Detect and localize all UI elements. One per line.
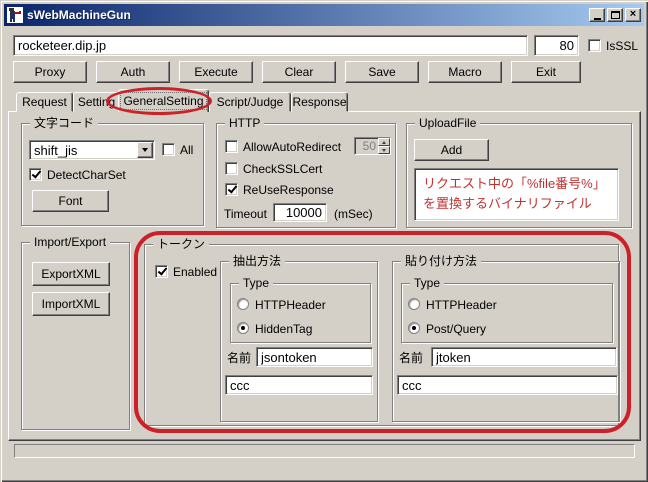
proxy-button[interactable]: Proxy (13, 61, 87, 83)
checksslcert-checkbox[interactable] (225, 162, 238, 175)
paste-httpheader-label: HTTPHeader (426, 298, 497, 312)
charcode-group: 文字コード shift_jis All DetectCharSet Font (21, 116, 204, 226)
isssl-checkbox[interactable] (588, 39, 601, 52)
charset-combobox-value: shift_jis (34, 142, 78, 158)
charcode-group-title: 文字コード (30, 116, 99, 130)
all-checkbox[interactable] (162, 143, 175, 156)
http-group-title: HTTP (225, 116, 265, 130)
extract-method-group: 抽出方法 Type HTTPHeader HiddenTag 名前 (220, 254, 378, 422)
tab-request[interactable]: Request (16, 92, 73, 112)
window-title: sWebMachineGun (27, 8, 131, 22)
importexport-group-title: Import/Export (30, 235, 111, 249)
paste-pattern-input[interactable] (397, 375, 618, 395)
importexport-group: Import/Export ExportXML ImportXML (21, 235, 130, 430)
reuseresponse-checkbox[interactable] (225, 183, 238, 196)
close-icon: × (629, 8, 637, 20)
extract-name-input[interactable] (256, 347, 373, 367)
spinner-up-button[interactable] (378, 138, 390, 146)
reuseresponse-label: ReUseResponse (243, 183, 334, 197)
isssl-label: IsSSL (606, 39, 639, 53)
token-enabled-label: Enabled (173, 265, 218, 279)
http-group: HTTP AllowAutoRedirect 50 CheckSSLCert R… (216, 116, 396, 228)
paste-type-group: Type HTTPHeader Post/Query (401, 276, 613, 343)
paste-type-title: Type (410, 276, 445, 290)
allowautoredirect-label: AllowAutoRedirect (243, 140, 342, 154)
uploadfile-note-line1: リクエスト中の「%file番号%」 (423, 176, 606, 191)
paste-name-label: 名前 (399, 351, 424, 365)
auth-button[interactable]: Auth (96, 61, 170, 83)
charset-dropdown-button[interactable] (137, 142, 153, 158)
maximize-icon (610, 11, 620, 19)
exit-button[interactable]: Exit (511, 61, 581, 83)
save-button[interactable]: Save (345, 61, 419, 83)
paste-name-input[interactable] (431, 347, 617, 367)
timeout-input[interactable] (273, 203, 327, 222)
redirect-limit-spinner: 50 (354, 137, 391, 155)
titlebar: sWebMachineGun × (4, 4, 644, 26)
generalsetting-tab-panel: 文字コード shift_jis All DetectCharSet Font H… (8, 111, 641, 441)
extract-hiddentag-label: HiddenTag (255, 322, 313, 336)
spinner-down-button[interactable] (378, 146, 390, 154)
minimize-icon (593, 17, 601, 20)
maximize-button[interactable] (607, 8, 623, 22)
status-bar (14, 444, 635, 458)
tab-setting[interactable]: Setting (73, 92, 120, 112)
clear-button[interactable]: Clear (262, 61, 336, 83)
app-window: sWebMachineGun × IsSSL Proxy Auth Execut… (0, 0, 648, 482)
macro-button[interactable]: Macro (428, 61, 502, 83)
uploadfile-group-title: UploadFile (415, 116, 481, 130)
extract-type-group: Type HTTPHeader HiddenTag (230, 276, 371, 343)
extract-pattern-input[interactable] (225, 375, 373, 395)
timeout-label: Timeout (224, 207, 267, 221)
token-enabled-checkbox[interactable] (155, 265, 168, 278)
uploadfile-group: UploadFile Add リクエスト中の「%file番号%」 を置換するバイ… (406, 116, 632, 228)
url-input[interactable] (13, 35, 528, 56)
allowautoredirect-checkbox[interactable] (225, 140, 238, 153)
close-button[interactable]: × (625, 8, 641, 22)
exportxml-button[interactable]: ExportXML (32, 262, 110, 286)
chevron-down-icon (142, 148, 148, 152)
paste-method-group: 貼り付け方法 Type HTTPHeader Post/Query 名前 (392, 254, 620, 422)
redirect-limit-value: 50 (362, 139, 376, 153)
extract-name-label: 名前 (227, 351, 252, 365)
add-button[interactable]: Add (414, 139, 489, 161)
checksslcert-label: CheckSSLCert (243, 162, 323, 176)
tab-scriptjudge[interactable]: Script/Judge (209, 92, 291, 112)
extract-httpheader-label: HTTPHeader (255, 298, 326, 312)
port-input[interactable] (534, 35, 579, 56)
execute-button[interactable]: Execute (179, 61, 253, 83)
charset-combobox[interactable]: shift_jis (29, 140, 155, 160)
extract-type-title: Type (239, 276, 274, 290)
arrow-down-icon (382, 148, 386, 152)
paste-postquery-radio[interactable] (408, 322, 420, 334)
paste-postquery-label: Post/Query (426, 322, 487, 336)
token-group: トークン Enabled 抽出方法 Type HTTPHeader Hidden… (144, 237, 620, 426)
detectcharset-label: DetectCharSet (47, 168, 126, 182)
importxml-button[interactable]: ImportXML (32, 292, 110, 316)
extract-method-title: 抽出方法 (229, 254, 286, 268)
timeout-unit-label: (mSec) (334, 207, 373, 221)
token-group-title: トークン (153, 237, 210, 251)
all-label: All (180, 143, 194, 157)
extract-httpheader-radio[interactable] (237, 298, 249, 310)
extract-hiddentag-radio[interactable] (237, 322, 249, 334)
app-icon[interactable] (7, 7, 23, 23)
minimize-button[interactable] (589, 8, 605, 22)
paste-method-title: 貼り付け方法 (401, 254, 482, 268)
uploadfile-note: リクエスト中の「%file番号%」 を置換するバイナリファイル (414, 168, 619, 221)
tab-response[interactable]: Response (291, 92, 348, 112)
arrow-up-icon (382, 140, 386, 144)
tab-generalsetting[interactable]: GeneralSetting (118, 89, 209, 112)
paste-httpheader-radio[interactable] (408, 298, 420, 310)
uploadfile-note-line2: を置換するバイナリファイル (423, 196, 592, 211)
font-button[interactable]: Font (32, 190, 109, 212)
detectcharset-checkbox[interactable] (29, 168, 42, 181)
